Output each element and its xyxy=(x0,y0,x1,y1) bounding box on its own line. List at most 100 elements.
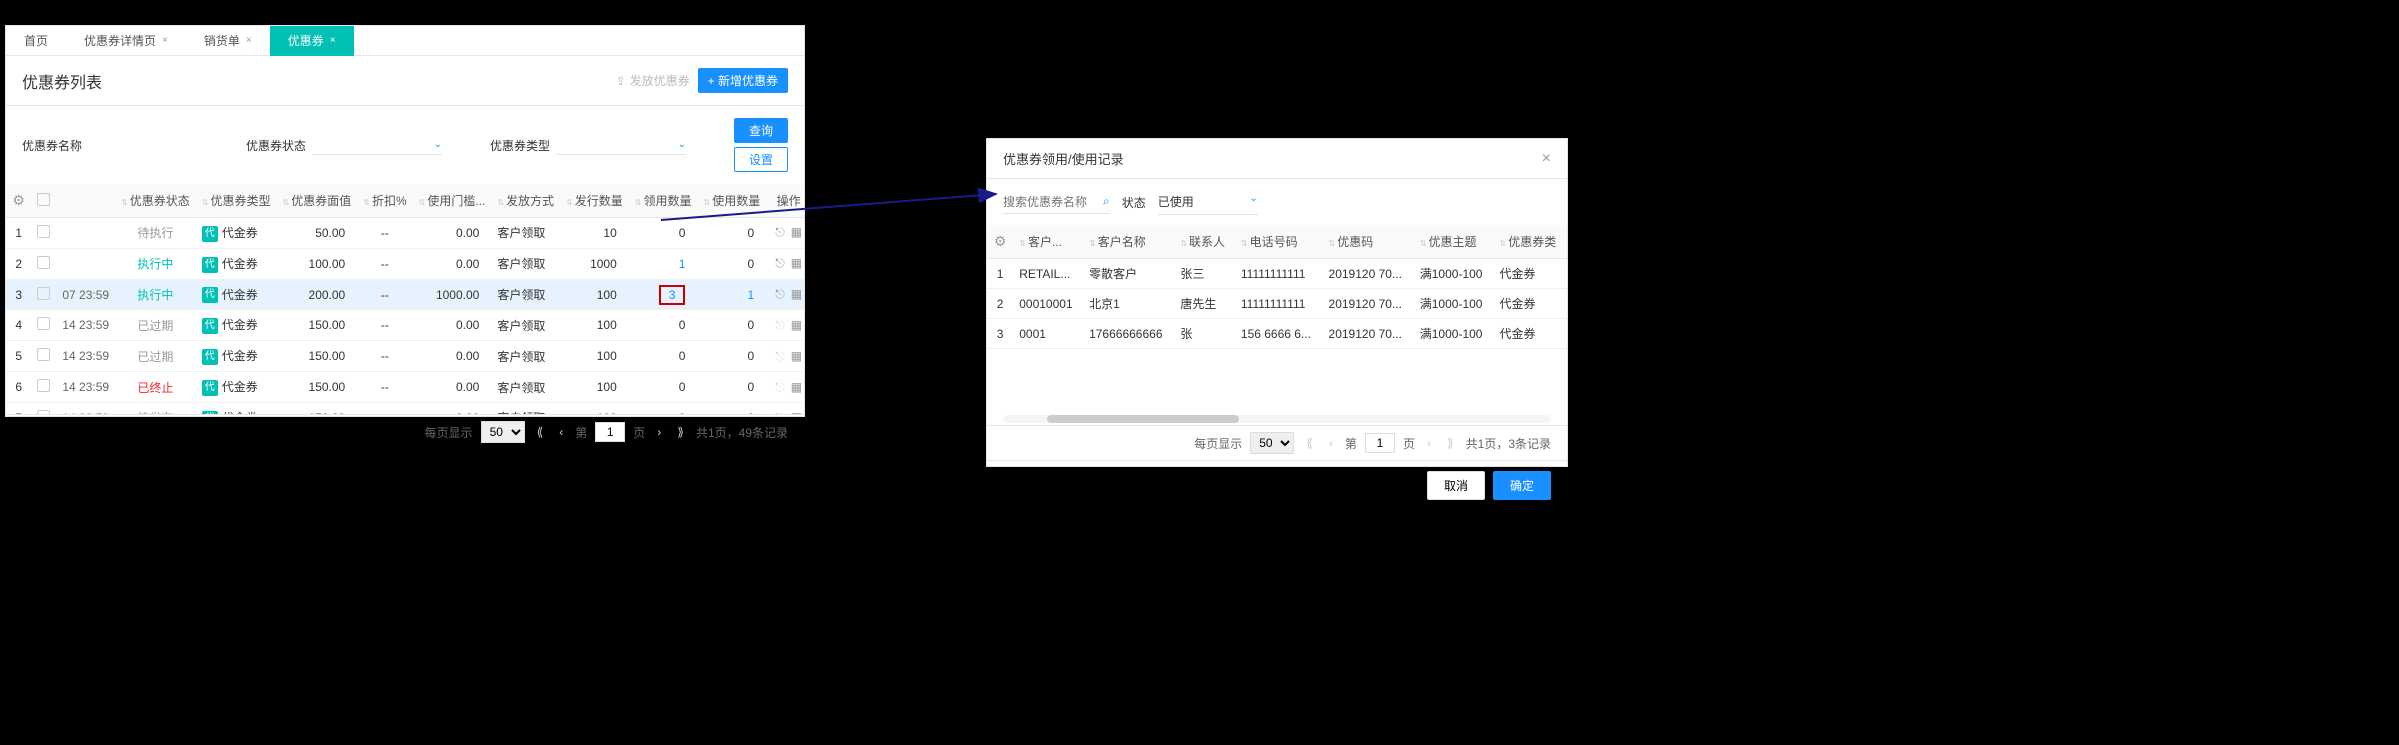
sort-icon[interactable]: ⇅ xyxy=(1420,239,1427,248)
distribute-coupon-button[interactable]: ⇪ 发放优惠券 xyxy=(616,72,690,89)
col-header[interactable]: ⇅使用门槛... xyxy=(413,184,492,218)
checkbox[interactable] xyxy=(37,410,50,414)
checkbox[interactable] xyxy=(37,317,50,330)
qrcode-icon[interactable]: ▦ xyxy=(791,318,802,332)
qrcode-icon[interactable]: ▦ xyxy=(791,380,802,394)
col-header[interactable]: ⇅发行数量 xyxy=(560,184,629,218)
pager-prev-icon[interactable]: ‹ xyxy=(1325,436,1337,450)
filter-status-select[interactable]: ⌄ xyxy=(312,135,442,155)
row-claim[interactable]: 0 xyxy=(629,402,698,414)
settings-button[interactable]: 设置 xyxy=(734,147,788,172)
sort-icon[interactable]: ⇅ xyxy=(1019,239,1026,248)
row-use[interactable]: 0 xyxy=(697,402,766,414)
col-header[interactable]: ⇅优惠码 xyxy=(1323,225,1414,259)
row-use[interactable]: 0 xyxy=(697,310,766,341)
col-header[interactable]: 操作 xyxy=(766,184,804,218)
pager-next-icon[interactable]: › xyxy=(1423,436,1435,450)
table-row[interactable]: 1待执行代代金券50.00--0.00客户领取1000⎋▦ xyxy=(6,218,804,249)
col-header[interactable]: ⇅发放方式 xyxy=(491,184,560,218)
pager-last-icon[interactable]: ⟫ xyxy=(673,425,688,439)
filter-name-input[interactable] xyxy=(88,134,198,157)
col-header[interactable]: ⇅领用数量 xyxy=(629,184,698,218)
filter-type-select[interactable]: ⌄ xyxy=(556,135,686,155)
col-header[interactable]: ⇅优惠券类 xyxy=(1494,225,1567,259)
per-page-select[interactable]: 50 xyxy=(481,421,525,443)
sort-icon[interactable]: ⇅ xyxy=(703,198,710,207)
cancel-button[interactable]: 取消 xyxy=(1427,471,1485,500)
row-use[interactable]: 1 xyxy=(697,279,766,310)
page-input[interactable] xyxy=(1365,433,1395,453)
pager-first-icon[interactable]: ⟪ xyxy=(533,425,548,439)
sort-icon[interactable]: ⇅ xyxy=(363,198,370,207)
col-header[interactable]: ⇅优惠券状态 xyxy=(115,184,196,218)
pager-last-icon[interactable]: ⟫ xyxy=(1443,436,1458,450)
claim-link[interactable]: 3 xyxy=(659,285,686,305)
checkbox[interactable] xyxy=(37,256,50,269)
sort-icon[interactable]: ⇅ xyxy=(635,198,642,207)
sort-icon[interactable]: ⇅ xyxy=(1500,239,1507,248)
close-icon[interactable]: × xyxy=(330,35,336,46)
share-icon[interactable]: ⎋ xyxy=(775,225,785,240)
tab-首页[interactable]: 首页 xyxy=(6,26,66,56)
modal-search-input[interactable] xyxy=(1003,191,1103,213)
col-header[interactable]: ⇅客户名称 xyxy=(1083,225,1174,259)
use-link[interactable]: 1 xyxy=(748,288,755,302)
close-icon[interactable]: × xyxy=(162,35,168,46)
gear-icon[interactable]: ⚙ xyxy=(994,233,1007,249)
col-header[interactable]: ⇅客户... xyxy=(1013,225,1083,259)
row-claim[interactable]: 0 xyxy=(629,341,698,372)
tab-销货单[interactable]: 销货单× xyxy=(186,26,270,56)
qrcode-icon[interactable]: ▦ xyxy=(791,225,802,239)
checkbox[interactable] xyxy=(37,348,50,361)
checkbox[interactable] xyxy=(37,379,50,392)
scrollbar-thumb[interactable] xyxy=(1047,415,1239,423)
row-claim[interactable]: 1 xyxy=(629,248,698,279)
tab-优惠券[interactable]: 优惠券× xyxy=(270,26,354,56)
qrcode-icon[interactable]: ▦ xyxy=(791,256,802,270)
search-icon[interactable]: ⌕ xyxy=(1103,194,1110,209)
qrcode-icon[interactable]: ▦ xyxy=(791,287,802,301)
table-row[interactable]: 614 23:59已终止代代金券150.00--0.00客户领取10000⎋▦ xyxy=(6,372,804,403)
table-row[interactable]: 307 23:59执行中代代金券200.00--1000.00客户领取10031… xyxy=(6,279,804,310)
pager-first-icon[interactable]: ⟪ xyxy=(1302,436,1317,450)
col-header[interactable]: ⇅电话号码 xyxy=(1235,225,1323,259)
sort-icon[interactable]: ⇅ xyxy=(566,198,573,207)
share-icon[interactable]: ⎋ xyxy=(775,287,785,302)
row-use[interactable]: 0 xyxy=(697,341,766,372)
share-icon[interactable]: ⎋ xyxy=(775,256,785,271)
row-use[interactable]: 0 xyxy=(697,372,766,403)
claim-link[interactable]: 1 xyxy=(679,257,686,271)
table-row[interactable]: 714 23:59待发布代代金券150.00--0.00客户领取10000⎋▦ xyxy=(6,402,804,414)
horizontal-scrollbar[interactable] xyxy=(1003,415,1551,423)
table-row[interactable]: 1RETAIL...零散客户张三111111111112019120 70...… xyxy=(987,259,1567,289)
col-header[interactable]: ⇅优惠主题 xyxy=(1414,225,1494,259)
checkbox-all[interactable] xyxy=(37,193,50,206)
add-coupon-button[interactable]: + 新增优惠券 xyxy=(698,68,788,93)
row-use[interactable]: 0 xyxy=(697,218,766,249)
close-icon[interactable]: × xyxy=(1542,150,1551,168)
row-claim[interactable]: 0 xyxy=(629,372,698,403)
row-claim[interactable]: 3 xyxy=(629,279,698,310)
sort-icon[interactable]: ⇅ xyxy=(202,198,209,207)
tab-优惠券详情页[interactable]: 优惠券详情页× xyxy=(66,26,186,56)
col-header[interactable]: ⇅优惠券面值 xyxy=(277,184,358,218)
col-header[interactable]: ⇅使用数量 xyxy=(697,184,766,218)
table-row[interactable]: 2执行中代代金券100.00--0.00客户领取100010⎋▦ xyxy=(6,248,804,279)
table-row[interactable]: 3000117666666666张156 6666 6...2019120 70… xyxy=(987,319,1567,349)
sort-icon[interactable]: ⇅ xyxy=(283,198,290,207)
row-use[interactable]: 0 xyxy=(697,248,766,279)
sort-icon[interactable]: ⇅ xyxy=(121,198,128,207)
row-claim[interactable]: 0 xyxy=(629,310,698,341)
qrcode-icon[interactable]: ▦ xyxy=(791,410,802,414)
table-row[interactable]: 200010001北京1唐先生111111111112019120 70...满… xyxy=(987,289,1567,319)
search-button[interactable]: 查询 xyxy=(734,118,788,143)
pager-prev-icon[interactable]: ‹ xyxy=(555,425,567,439)
modal-status-select[interactable]: 已使用 ⌄ xyxy=(1158,189,1258,215)
sort-icon[interactable]: ⇅ xyxy=(1089,239,1096,248)
checkbox[interactable] xyxy=(37,225,50,238)
sort-icon[interactable]: ⇅ xyxy=(497,198,504,207)
table-row[interactable]: 514 23:59已过期代代金券150.00--0.00客户领取10000⎋▦ xyxy=(6,341,804,372)
sort-icon[interactable]: ⇅ xyxy=(419,198,426,207)
gear-icon[interactable]: ⚙ xyxy=(12,192,25,208)
page-input[interactable] xyxy=(595,422,625,442)
